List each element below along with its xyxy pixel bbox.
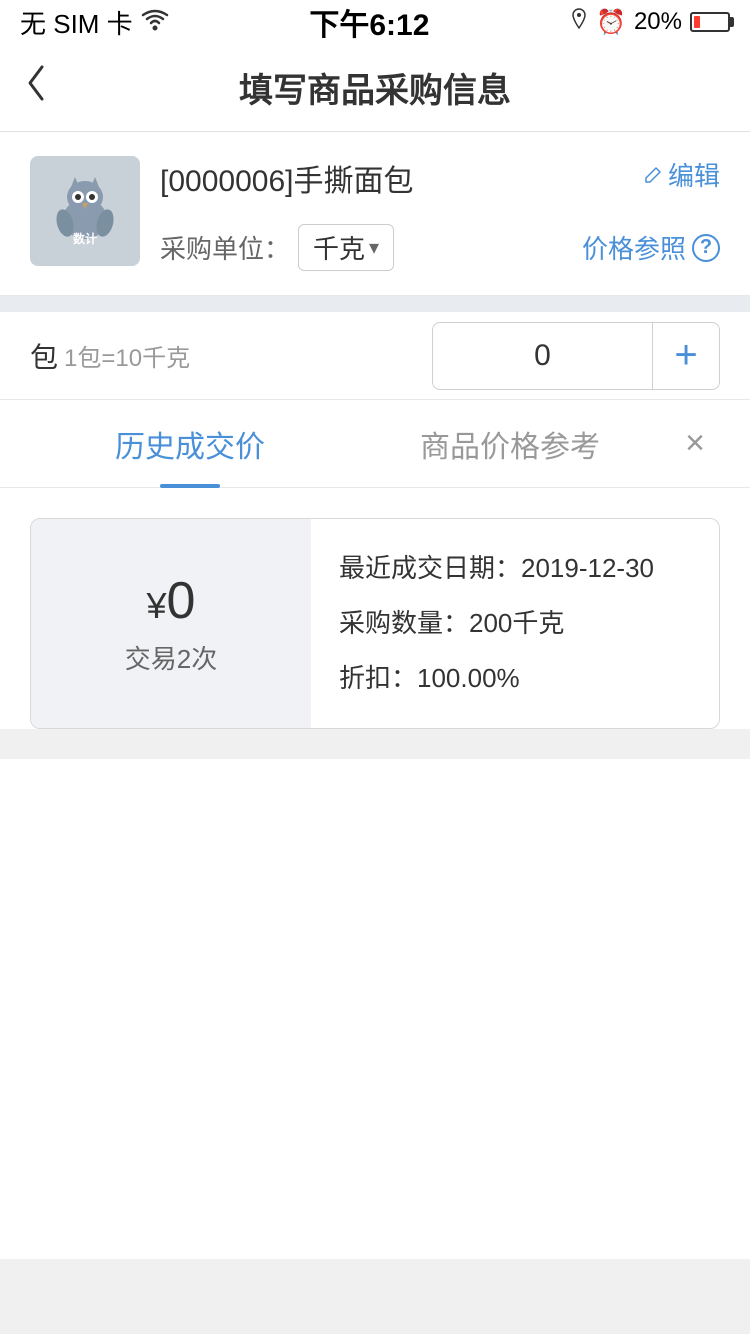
sim-label: 无 SIM 卡	[20, 4, 133, 41]
purchase-quantity-row: 采购数量：200千克	[339, 604, 691, 643]
back-button[interactable]	[24, 63, 48, 112]
unit-label: 采购单位：	[160, 229, 290, 266]
alarm-icon: ⏰	[596, 8, 626, 37]
help-icon: ?	[692, 234, 720, 262]
product-image: 数计	[30, 156, 140, 266]
recent-date-row: 最近成交日期：2019-12-30	[339, 549, 691, 588]
status-right: ⏰ 20%	[570, 8, 730, 37]
content-area	[0, 759, 750, 1259]
nav-bar: 填写商品采购信息	[0, 44, 750, 132]
history-card-left: ¥0 交易2次	[31, 519, 311, 728]
status-bar: 无 SIM 卡 下午6:12 ⏰ 20%	[0, 0, 750, 44]
tab-active-indicator	[160, 484, 220, 488]
history-card-right: 最近成交日期：2019-12-30 采购数量：200千克 折扣：100.00%	[311, 519, 719, 728]
battery-icon	[690, 12, 730, 32]
discount-row: 折扣：100.00%	[339, 659, 691, 698]
bottom-sheet: 历史成交价 商品价格参考 × ¥0 交易2次 最近成交日期：2019-12-30…	[0, 400, 750, 729]
page-title: 填写商品采购信息	[239, 63, 511, 112]
history-trades-label: 交易2次	[125, 639, 217, 676]
close-button[interactable]: ×	[670, 419, 720, 469]
edit-button[interactable]: 编辑	[642, 156, 720, 193]
wifi-icon	[141, 7, 169, 38]
product-header: [0000006]手撕面包 编辑	[160, 156, 720, 200]
time-display: 下午6:12	[309, 0, 429, 44]
product-card: 数计 [0000006]手撕面包 编辑 采购单位： 千克 ▾ 价格参照	[0, 132, 750, 296]
quantity-row: 包 1包=10千克 0 +	[0, 312, 750, 400]
package-unit-desc: 1包=10千克	[64, 338, 190, 373]
product-unit-row: 采购单位： 千克 ▾ 价格参照 ?	[160, 224, 720, 271]
status-left: 无 SIM 卡	[20, 4, 169, 41]
quantity-input-wrap: 0 +	[210, 322, 720, 390]
tab-product-price[interactable]: 商品价格参考	[350, 400, 670, 488]
history-price-display: ¥0	[147, 571, 196, 631]
quantity-unit-tag: 包 1包=10千克	[30, 336, 190, 376]
product-info: [0000006]手撕面包 编辑 采购单位： 千克 ▾ 价格参照 ?	[160, 156, 720, 271]
svg-text:数计: 数计	[73, 231, 97, 246]
price-symbol: ¥	[147, 585, 167, 626]
quantity-input[interactable]: 0	[432, 322, 652, 390]
tab-bar: 历史成交价 商品价格参考 ×	[0, 400, 750, 488]
price-ref-button[interactable]: 价格参照 ?	[582, 229, 720, 266]
tab-history-price[interactable]: 历史成交价	[30, 400, 350, 488]
battery-percent: 20%	[634, 8, 682, 36]
location-icon	[570, 8, 588, 37]
quantity-plus-button[interactable]: +	[652, 322, 720, 390]
product-name: [0000006]手撕面包	[160, 156, 413, 200]
unit-dropdown[interactable]: 千克 ▾	[298, 224, 394, 271]
package-unit-label: 包	[30, 336, 58, 376]
dropdown-arrow-icon: ▾	[369, 235, 379, 260]
divider-bar	[0, 296, 750, 312]
history-card: ¥0 交易2次 最近成交日期：2019-12-30 采购数量：200千克 折扣：…	[30, 518, 720, 729]
